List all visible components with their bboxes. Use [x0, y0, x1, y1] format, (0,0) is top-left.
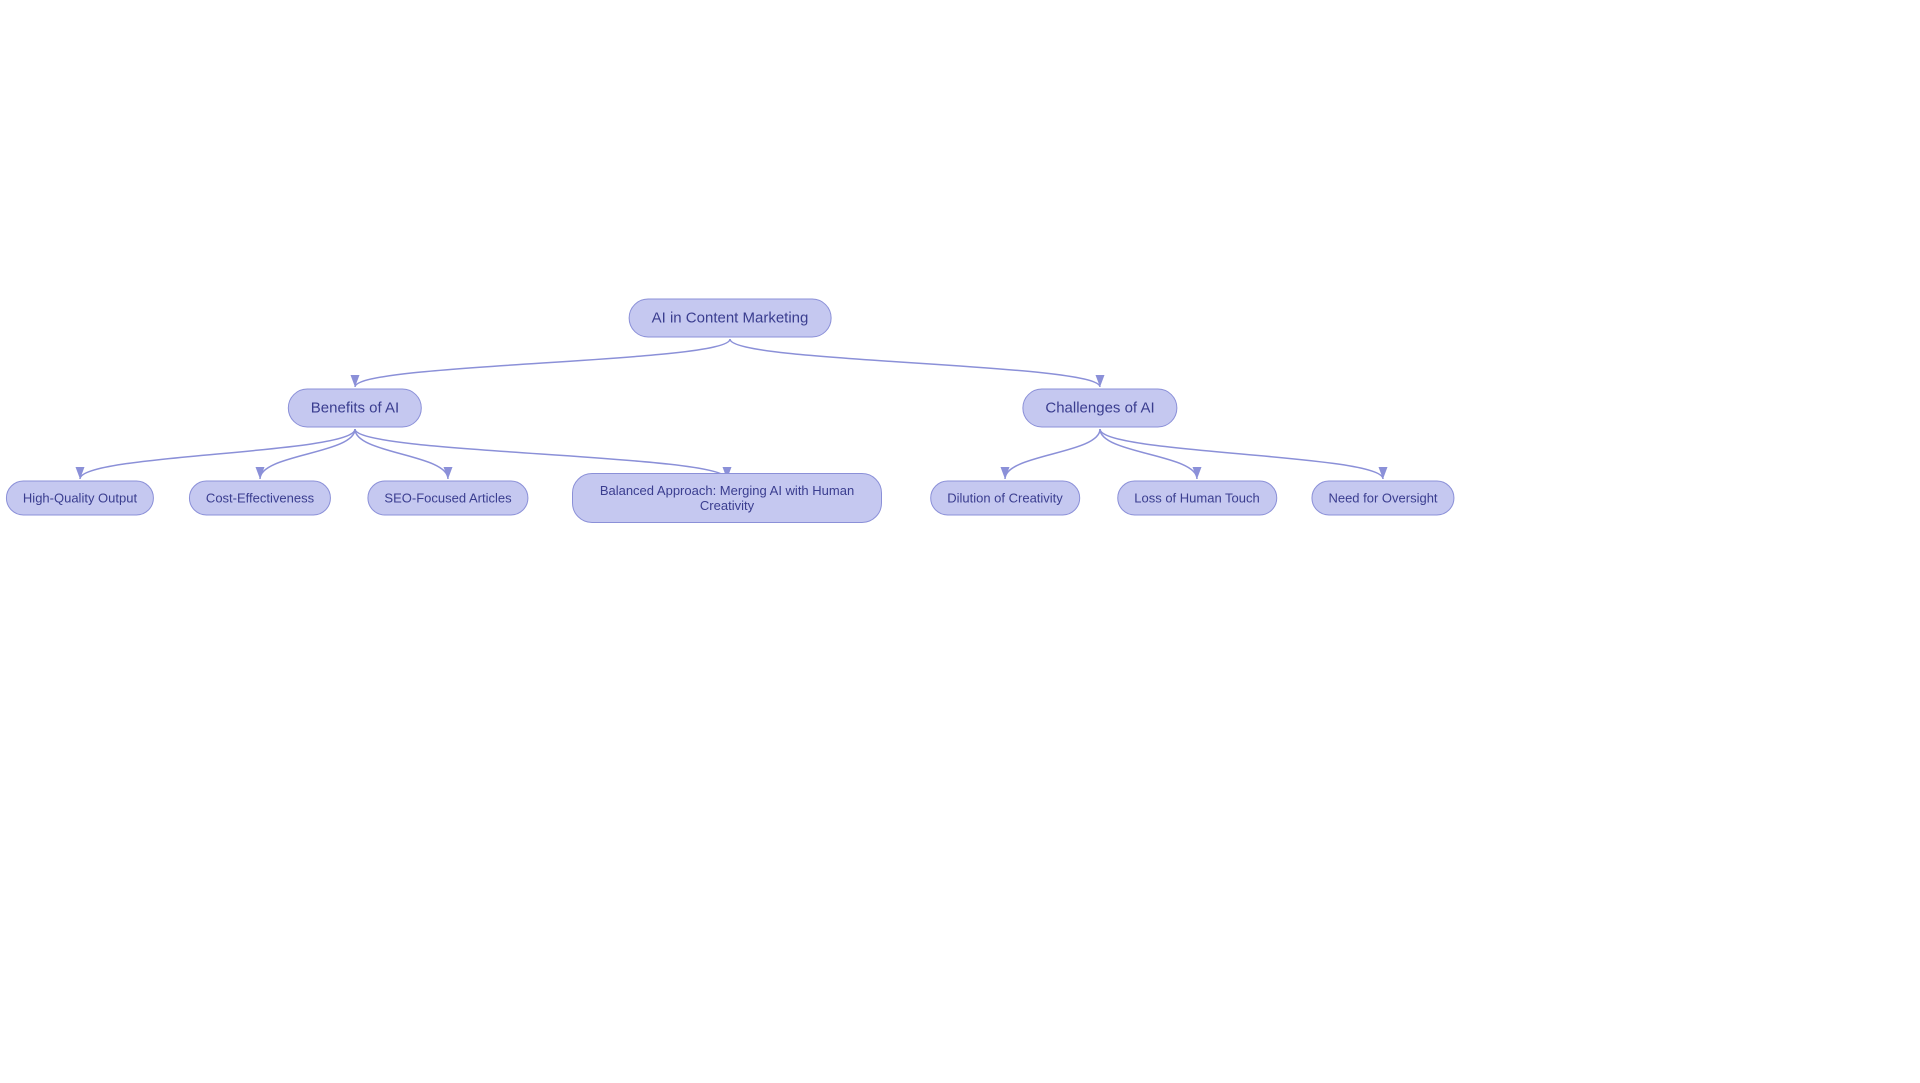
diagram-container: AI in Content Marketing Benefits of AI C…	[0, 0, 1920, 1083]
node-balanced-approach: Balanced Approach: Merging AI with Human…	[572, 473, 882, 523]
node-dilution: Dilution of Creativity	[930, 481, 1080, 516]
node-oversight: Need for Oversight	[1311, 481, 1454, 516]
node-challenges: Challenges of AI	[1022, 389, 1177, 428]
node-cost-effectiveness: Cost-Effectiveness	[189, 481, 331, 516]
node-root: AI in Content Marketing	[629, 299, 832, 338]
node-high-quality: High-Quality Output	[6, 481, 154, 516]
node-human-touch: Loss of Human Touch	[1117, 481, 1277, 516]
node-benefits: Benefits of AI	[288, 389, 422, 428]
node-seo-articles: SEO-Focused Articles	[367, 481, 528, 516]
connections-svg	[0, 0, 1920, 1083]
